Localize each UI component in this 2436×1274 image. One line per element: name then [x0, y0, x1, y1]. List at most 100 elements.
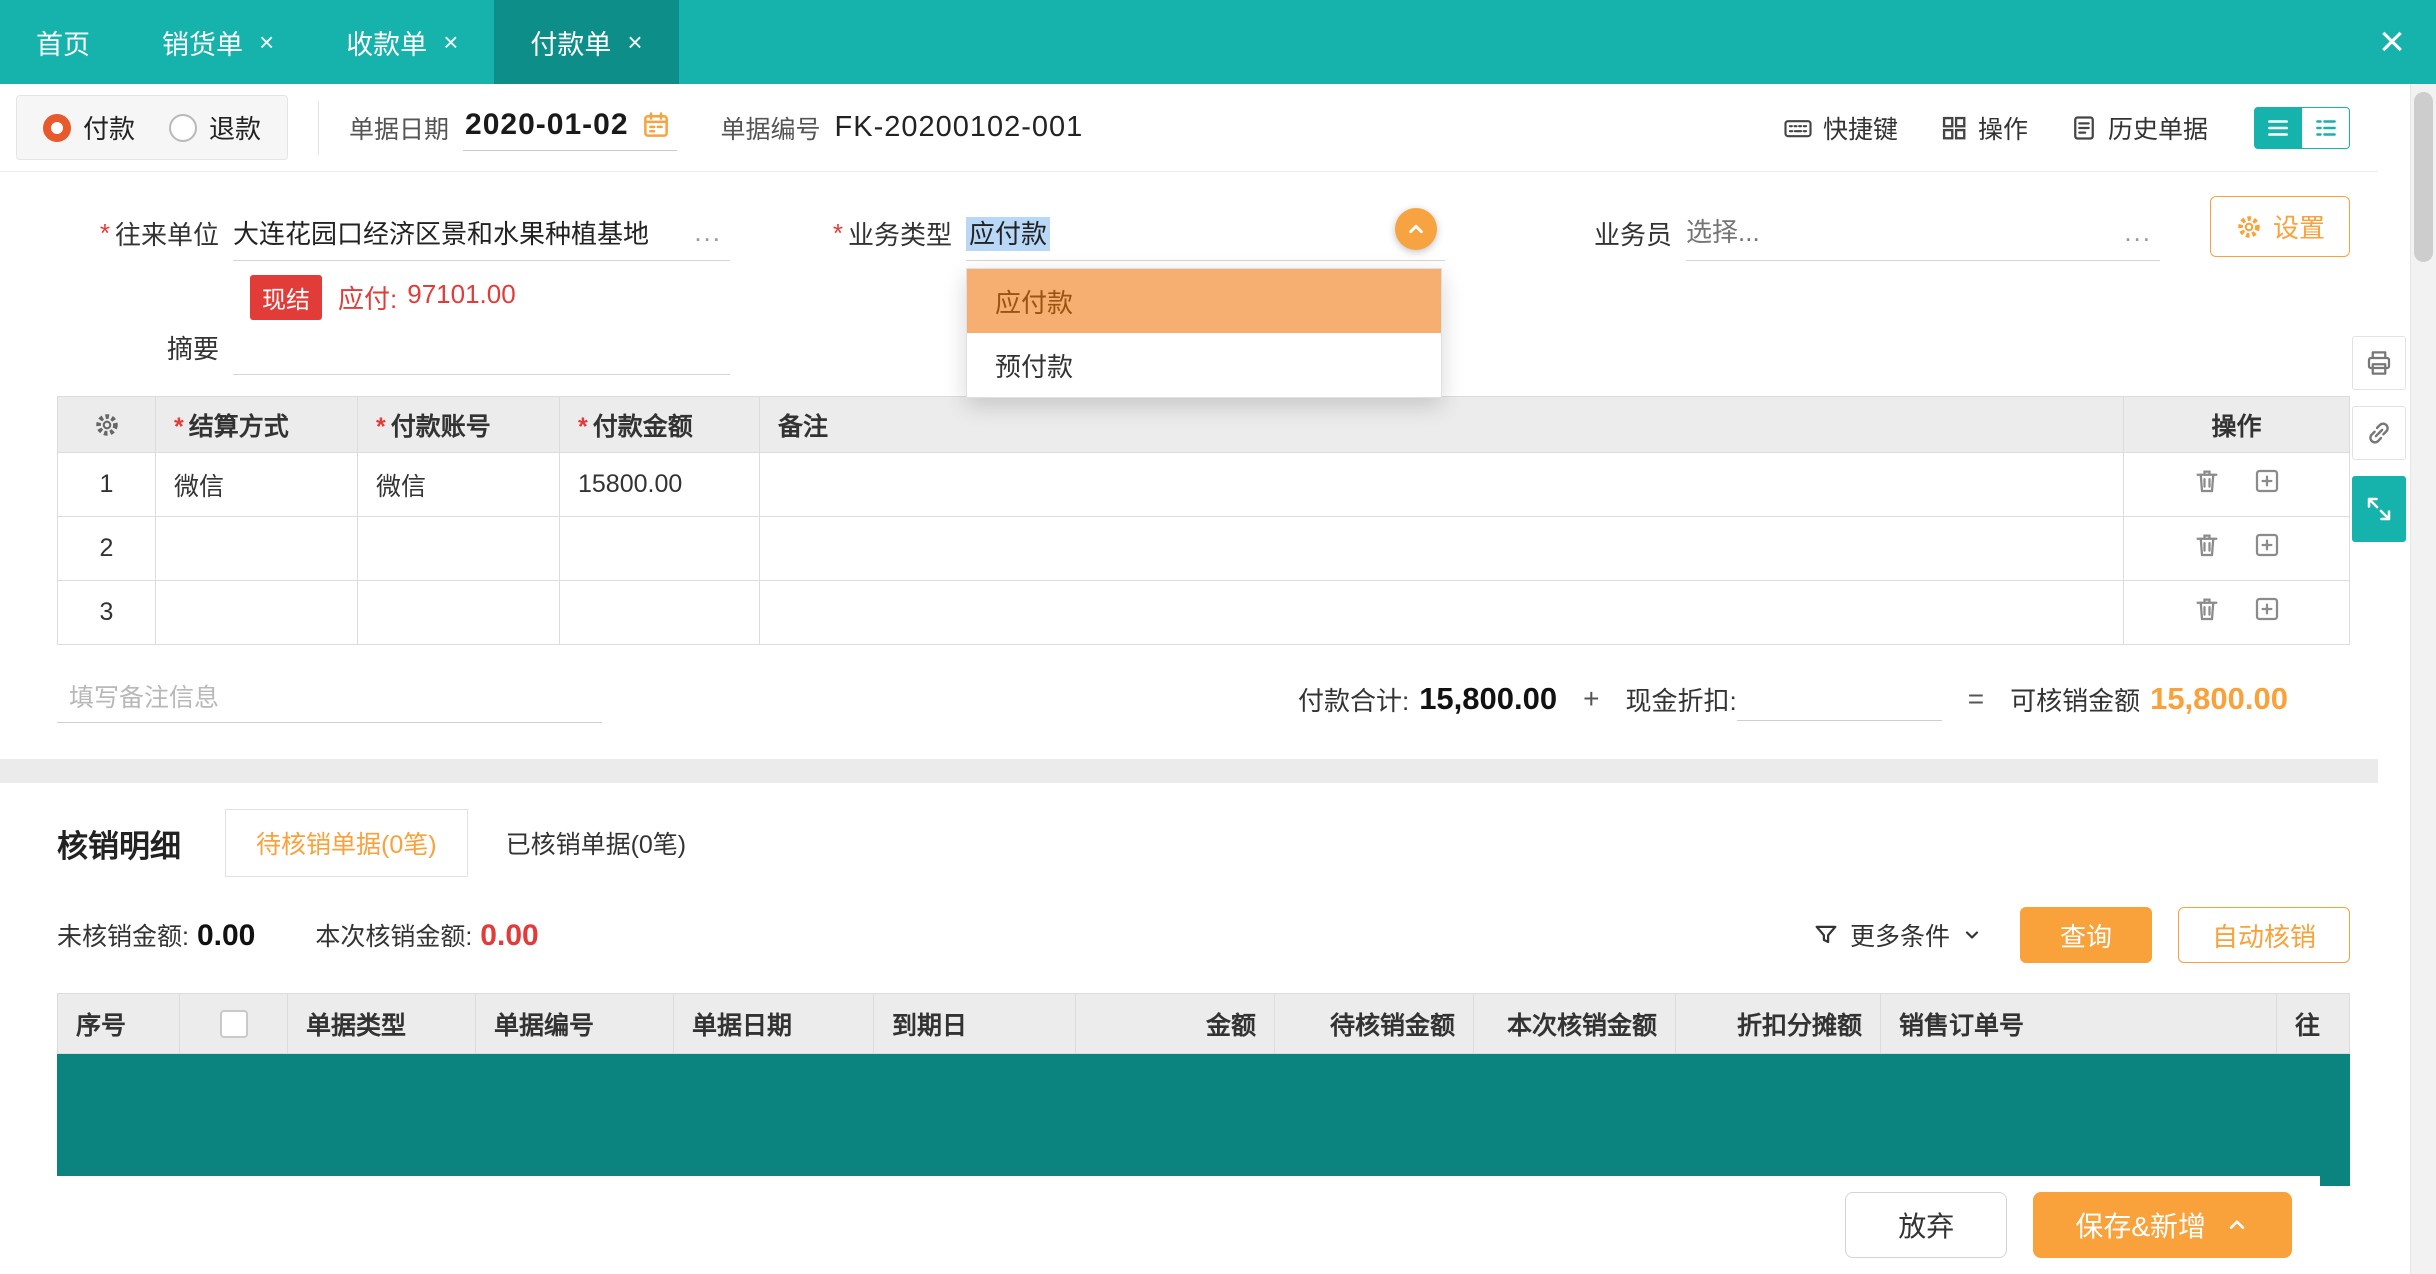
header-doc-type: 单据类型 [287, 993, 476, 1054]
cell-account[interactable] [357, 516, 560, 581]
tab-receipt-slip[interactable]: 收款单 [310, 0, 494, 84]
cell-settle[interactable]: 微信 [155, 452, 358, 517]
gear-icon[interactable] [93, 411, 121, 439]
grid-icon [1940, 114, 1968, 142]
biztype-field[interactable]: 应付款 [966, 205, 1445, 261]
tab-close-icon[interactable] [259, 29, 274, 55]
biztype-collapse-button[interactable] [1395, 208, 1437, 250]
header-partner-clipped: 往 [2276, 993, 2350, 1054]
calendar-icon[interactable] [641, 110, 671, 140]
tab-close-icon[interactable] [443, 29, 458, 55]
tab-close-icon[interactable] [627, 29, 642, 55]
partner-field[interactable]: 大连花园口经济区景和水果种植基地 ... [233, 205, 730, 261]
discard-button[interactable]: 放弃 [1845, 1192, 2008, 1258]
payable-amount: 应付: 97101.00 [338, 279, 516, 316]
current-verify-amount: 本次核销金额: 0.00 [315, 917, 538, 953]
tab-payment-slip[interactable]: 付款单 [494, 0, 679, 84]
salesman-field[interactable]: ... [1686, 205, 2160, 261]
doc-number-label: 单据编号 [720, 115, 821, 144]
cash-discount-input[interactable] [1736, 677, 1942, 721]
caret-up-icon [2224, 1212, 2250, 1238]
add-row-icon[interactable] [2252, 466, 2282, 496]
required-mark: * [832, 217, 843, 248]
payable-label: 应付: [338, 283, 398, 314]
header-label: 操作 [2211, 412, 2262, 441]
delete-row-icon[interactable] [2192, 530, 2222, 560]
summary-input[interactable] [233, 331, 730, 375]
cell-account[interactable] [357, 580, 560, 645]
operations-button[interactable]: 操作 [1940, 110, 2028, 146]
auto-verify-button[interactable]: 自动核销 [2178, 907, 2350, 963]
payment-lines-table-wrap: * 结算方式 * 付款账号 * 付款金额 备注 操作 1 微信 微信 15800.00 [57, 396, 2350, 645]
delete-row-icon[interactable] [2192, 594, 2222, 624]
doc-date-input[interactable]: 2020-01-02 [463, 104, 677, 151]
delete-row-icon[interactable] [2192, 466, 2222, 496]
history-documents-button[interactable]: 历史单据 [2070, 110, 2208, 146]
cell-account[interactable]: 微信 [357, 452, 560, 517]
partner-more-button[interactable]: ... [686, 217, 730, 248]
header-settle-method: * 结算方式 [155, 396, 358, 453]
tab-verified-docs[interactable]: 已核销单据(0笔) [476, 810, 717, 876]
header-pay-amount: * 付款金额 [559, 396, 760, 453]
window-tab-bar: 首页 销货单 收款单 付款单 [0, 0, 2436, 84]
settings-button[interactable]: 设置 [2209, 196, 2350, 257]
header-label: 付款金额 [592, 412, 693, 441]
cell-note[interactable] [759, 452, 2124, 517]
writeoff-amount-value: 15,800.00 [2150, 681, 2288, 716]
cell-note[interactable] [759, 580, 2124, 645]
header-select-all [179, 993, 288, 1054]
verify-table: 序号 单据类型 单据编号 单据日期 到期日 金额 待核销金额 本次核销金额 折扣… [57, 993, 2350, 1054]
tab-home[interactable]: 首页 [0, 0, 126, 84]
list-view-toggle[interactable] [2254, 106, 2302, 149]
shortcut-keys-button[interactable]: 快捷键 [1783, 110, 1898, 146]
salesman-more-button[interactable]: ... [2116, 217, 2160, 248]
tab-sales-order[interactable]: 销货单 [126, 0, 310, 84]
document-form: * 往来单位 大连花园口经济区景和水果种植基地 ... * 业务类型 应付款 业… [0, 172, 2378, 398]
dropdown-option-payable[interactable]: 应付款 [967, 269, 1441, 333]
cell-note[interactable] [759, 516, 2124, 581]
cell-amount[interactable] [559, 580, 760, 645]
table-row: 2 [57, 516, 2350, 581]
verify-table-header-row: 序号 单据类型 单据编号 单据日期 到期日 金额 待核销金额 本次核销金额 折扣… [57, 993, 2350, 1054]
document-icon [2070, 114, 2098, 142]
tab-pending-docs[interactable]: 待核销单据(0笔) [225, 809, 468, 877]
link-tool-button[interactable] [2352, 406, 2406, 460]
radio-refund[interactable]: 退款 [169, 109, 261, 146]
radio-refund-label: 退款 [209, 114, 262, 144]
more-conditions-button[interactable]: 更多条件 [1812, 917, 1984, 953]
salesman-label: 业务员 [1588, 205, 1686, 261]
cash-settle-badge: 现结 [250, 274, 322, 320]
query-button[interactable]: 查询 [2020, 907, 2152, 963]
required-mark: * [376, 412, 386, 441]
header-sales-order-no: 销售订单号 [1880, 993, 2277, 1054]
row-seq: 2 [57, 516, 156, 581]
scrollbar-thumb[interactable] [2414, 92, 2433, 262]
partner-value: 大连花园口经济区景和水果种植基地 [233, 219, 650, 249]
add-row-icon[interactable] [2252, 530, 2282, 560]
cell-settle[interactable] [155, 516, 358, 581]
add-row-icon[interactable] [2252, 594, 2282, 624]
radio-payment[interactable]: 付款 [43, 109, 135, 146]
select-all-checkbox[interactable] [219, 1010, 248, 1039]
chevron-down-icon [1960, 923, 1984, 947]
cash-discount-label: 现金折扣: [1625, 685, 1737, 716]
cell-settle[interactable] [155, 580, 358, 645]
salesman-input[interactable] [1686, 217, 2117, 248]
summary-label: 摘要 [0, 319, 233, 375]
window-close-icon[interactable] [2348, 0, 2436, 84]
save-and-new-label: 保存&新增 [2075, 1211, 2206, 1242]
salesman-label-text: 业务员 [1593, 219, 1672, 250]
required-mark: * [99, 217, 110, 248]
expand-tool-button[interactable] [2352, 476, 2406, 542]
printer-icon [2364, 348, 2394, 378]
cell-amount[interactable] [559, 516, 760, 581]
vertical-scrollbar[interactable] [2410, 84, 2436, 1274]
pay-total-label: 付款合计: [1297, 685, 1410, 716]
dropdown-option-prepaid[interactable]: 预付款 [967, 333, 1441, 397]
tab-label: 首页 [36, 29, 90, 60]
save-and-new-button[interactable]: 保存&新增 [2033, 1192, 2292, 1258]
print-tool-button[interactable] [2352, 336, 2406, 390]
detail-view-toggle[interactable] [2302, 106, 2350, 149]
cell-amount[interactable]: 15800.00 [559, 452, 760, 517]
doc-note-input[interactable] [57, 675, 602, 723]
